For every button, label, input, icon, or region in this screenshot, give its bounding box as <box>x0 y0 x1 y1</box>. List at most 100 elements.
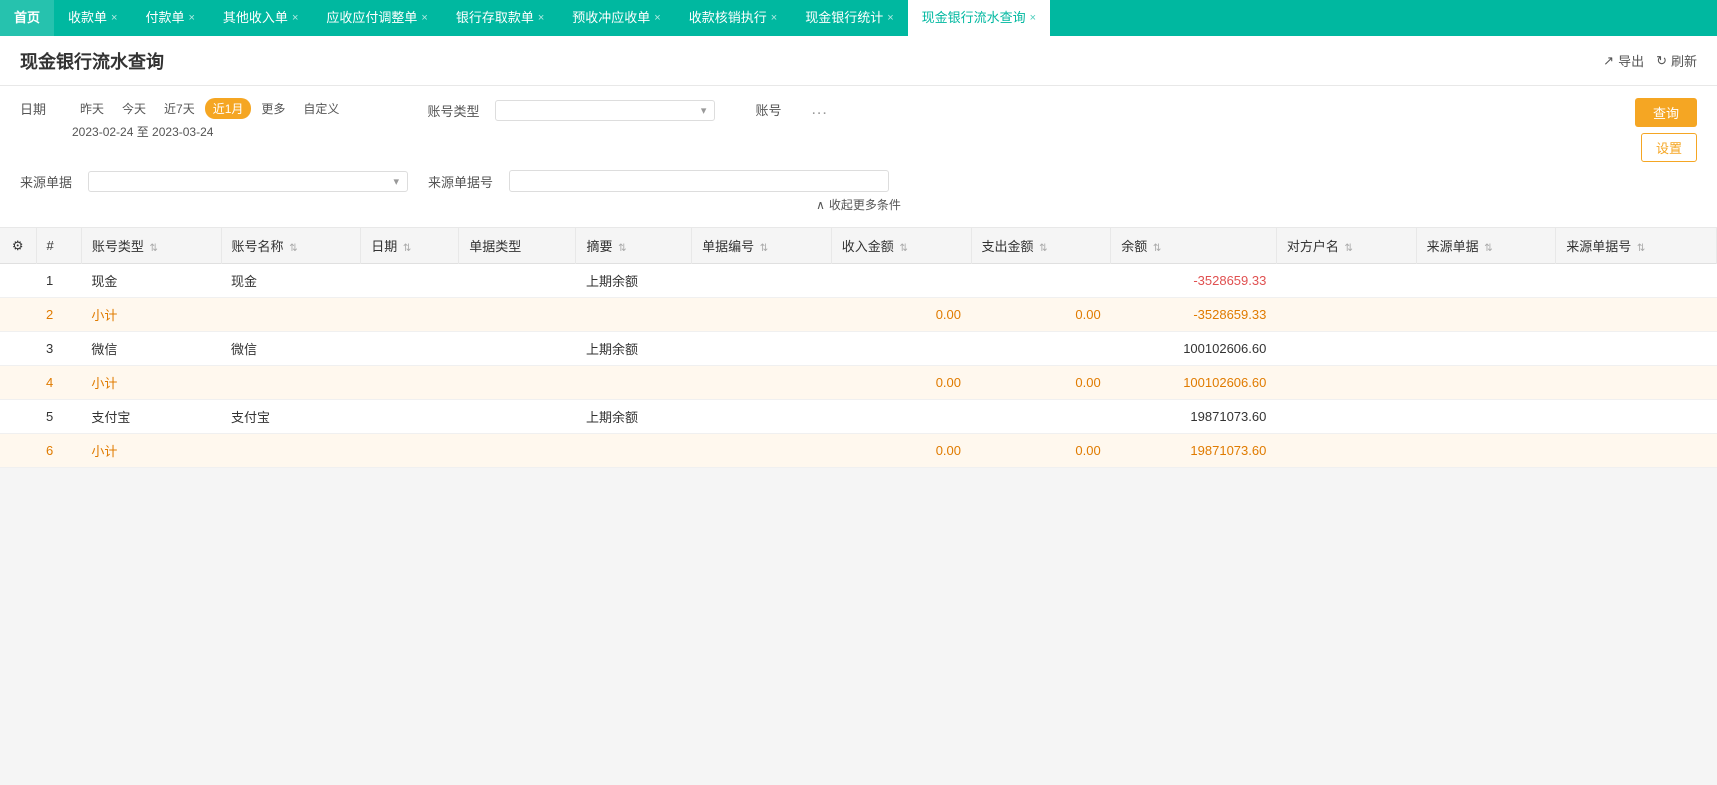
source-doc-select[interactable]: ▾ <box>88 171 408 192</box>
sort-icon: ⇅ <box>1039 243 1047 254</box>
date-opt-more[interactable]: 更多 <box>253 98 293 119</box>
column-income[interactable]: 收入金额 ⇅ <box>831 228 971 264</box>
nav-item-bank-stats[interactable]: 现金银行统计 × <box>791 0 907 36</box>
nav-item-home[interactable]: 首页 <box>0 0 54 36</box>
cell-date <box>361 400 459 434</box>
cell-date <box>361 434 459 468</box>
source-doc-label: 来源单据 <box>20 172 72 191</box>
nav-item-receipt[interactable]: 收款单 × <box>54 0 131 36</box>
column-date[interactable]: 日期 ⇅ <box>361 228 459 264</box>
cell-doc-type <box>459 434 576 468</box>
nav-item-other-income[interactable]: 其他收入单 × <box>209 0 312 36</box>
column-source-doc[interactable]: 来源单据 ⇅ <box>1416 228 1556 264</box>
cell-doc-type <box>459 298 576 332</box>
cell-account-type: 小计 <box>81 298 221 332</box>
column-source-doc-num[interactable]: 来源单据号 ⇅ <box>1556 228 1717 264</box>
settings-button[interactable]: 设置 <box>1641 133 1697 162</box>
account-num-more-button[interactable]: ... <box>811 101 827 119</box>
cell-expense <box>971 400 1111 434</box>
nav-item-bank-flow[interactable]: 现金银行流水查询 × <box>908 0 1050 36</box>
top-navigation: 首页 收款单 × 付款单 × 其他收入单 × 应收应付调整单 × 银行存取款单 … <box>0 0 1717 36</box>
column-account-type[interactable]: 账号类型 ⇅ <box>81 228 221 264</box>
nav-item-payment[interactable]: 付款单 × <box>131 0 208 36</box>
column-summary[interactable]: 摘要 ⇅ <box>576 228 692 264</box>
cell-counterparty <box>1276 332 1416 366</box>
data-table: ⚙ # 账号类型 ⇅ 账号名称 ⇅ 日期 ⇅ 单据类型 摘要 ⇅ <box>0 228 1717 468</box>
nav-item-adjustment[interactable]: 应收应付调整单 × <box>312 0 441 36</box>
cell-source-doc-num <box>1556 298 1717 332</box>
cell-source-doc-num <box>1556 264 1717 298</box>
chevron-down-icon: ▾ <box>701 104 707 117</box>
close-icon[interactable]: × <box>887 0 893 36</box>
table-row: 5 支付宝 支付宝 上期余额 19871073.60 <box>0 400 1717 434</box>
close-icon[interactable]: × <box>111 0 117 36</box>
collapse-button[interactable]: ∧ 收起更多条件 <box>816 196 901 213</box>
column-doc-num[interactable]: 单据编号 ⇅ <box>692 228 832 264</box>
table-header-row: ⚙ # 账号类型 ⇅ 账号名称 ⇅ 日期 ⇅ 单据类型 摘要 ⇅ <box>0 228 1717 264</box>
cell-date <box>361 332 459 366</box>
cell-income <box>831 264 971 298</box>
cell-index: 3 <box>36 332 81 366</box>
export-button[interactable]: ↗ 导出 <box>1603 51 1644 70</box>
cell-doc-type <box>459 332 576 366</box>
sort-icon: ⇅ <box>1637 243 1645 254</box>
sort-icon: ⇅ <box>403 243 411 254</box>
column-expense[interactable]: 支出金额 ⇅ <box>971 228 1111 264</box>
close-icon[interactable]: × <box>188 0 194 36</box>
cell-index: 4 <box>36 366 81 400</box>
close-icon[interactable]: × <box>538 0 544 36</box>
account-type-label: 账号类型 <box>427 101 479 120</box>
cell-account-name: 支付宝 <box>221 400 361 434</box>
cell-gear <box>0 366 36 400</box>
refresh-button[interactable]: ↻ 刷新 <box>1656 51 1697 70</box>
query-button[interactable]: 查询 <box>1635 98 1697 127</box>
date-opt-yesterday[interactable]: 昨天 <box>72 98 112 119</box>
sort-icon: ⇅ <box>899 243 907 254</box>
cell-balance: 19871073.60 <box>1111 400 1277 434</box>
nav-item-bank-deposit[interactable]: 银行存取款单 × <box>442 0 558 36</box>
nav-item-advance-offset[interactable]: 预收冲应收单 × <box>558 0 674 36</box>
cell-account-type: 微信 <box>81 332 221 366</box>
table-row: 3 微信 微信 上期余额 100102606.60 <box>0 332 1717 366</box>
cell-doc-num <box>692 332 832 366</box>
close-icon[interactable]: × <box>292 0 298 36</box>
column-counterparty[interactable]: 对方户名 ⇅ <box>1276 228 1416 264</box>
column-gear[interactable]: ⚙ <box>0 228 36 264</box>
date-opt-custom[interactable]: 自定义 <box>295 98 347 119</box>
close-icon[interactable]: × <box>421 0 427 36</box>
cell-doc-num <box>692 366 832 400</box>
cell-source-doc <box>1416 298 1556 332</box>
cell-counterparty <box>1276 434 1416 468</box>
sort-icon: ⇅ <box>289 243 297 254</box>
nav-item-collection-exec[interactable]: 收款核销执行 × <box>675 0 791 36</box>
cell-doc-num <box>692 434 832 468</box>
close-icon[interactable]: × <box>654 0 660 36</box>
header-actions: ↗ 导出 ↻ 刷新 <box>1603 51 1697 70</box>
cell-account-name <box>221 298 361 332</box>
column-account-name[interactable]: 账号名称 ⇅ <box>221 228 361 264</box>
date-opt-week[interactable]: 近7天 <box>156 98 203 119</box>
cell-doc-type <box>459 400 576 434</box>
date-opt-month[interactable]: 近1月 <box>205 98 252 119</box>
source-doc-num-item: 来源单据号 <box>428 170 889 192</box>
chevron-down-icon: ▾ <box>393 175 399 188</box>
close-icon[interactable]: × <box>1030 0 1036 36</box>
date-opt-today[interactable]: 今天 <box>114 98 154 119</box>
account-type-select[interactable]: ▾ <box>495 100 715 121</box>
chevron-up-icon: ∧ <box>816 198 825 212</box>
column-doc-type: 单据类型 <box>459 228 576 264</box>
cell-counterparty <box>1276 298 1416 332</box>
date-range-display: 2023-02-24 至 2023-03-24 <box>72 125 213 139</box>
date-options: 昨天 今天 近7天 近1月 更多 自定义 <box>72 98 347 119</box>
cell-gear <box>0 400 36 434</box>
sort-icon: ⇅ <box>1153 243 1161 254</box>
source-doc-item: 来源单据 ▾ <box>20 171 408 192</box>
source-doc-num-input[interactable] <box>509 170 889 192</box>
column-balance[interactable]: 余额 ⇅ <box>1111 228 1277 264</box>
cell-index: 2 <box>36 298 81 332</box>
cell-doc-type <box>459 264 576 298</box>
cell-summary <box>576 434 692 468</box>
close-icon[interactable]: × <box>771 0 777 36</box>
cell-source-doc <box>1416 264 1556 298</box>
cell-summary <box>576 366 692 400</box>
